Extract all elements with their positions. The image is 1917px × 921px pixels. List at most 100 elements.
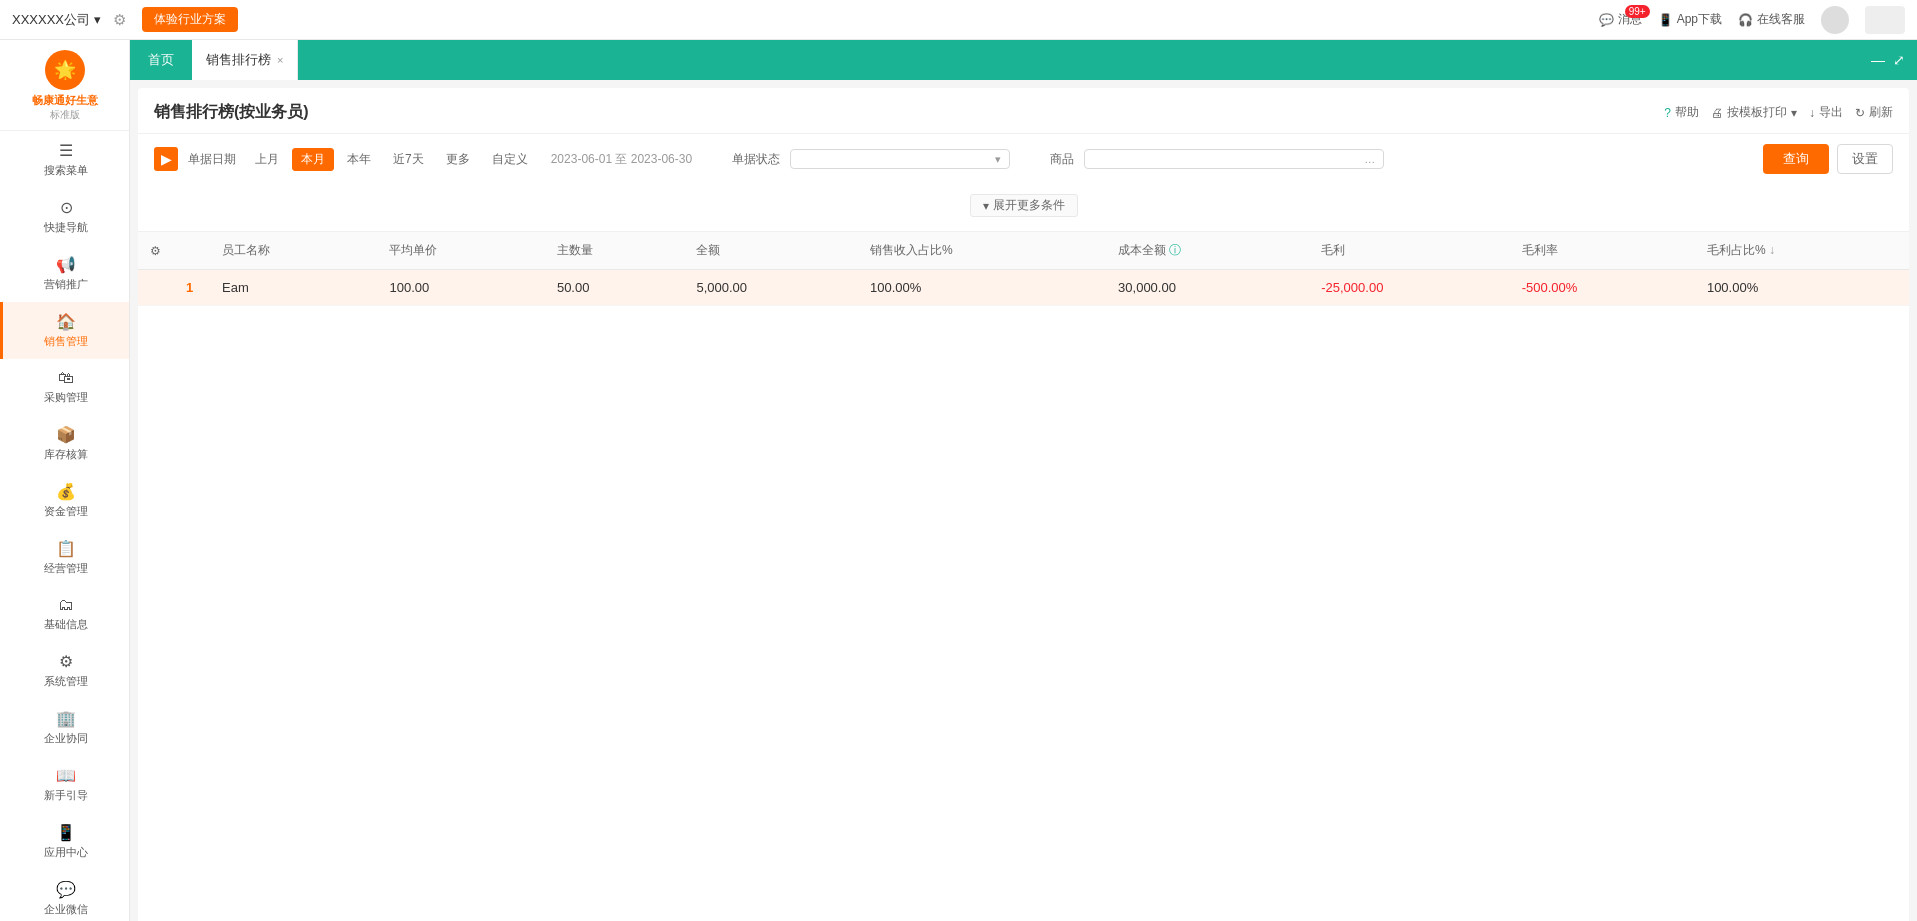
cell-profit: -25,000.00: [1309, 270, 1509, 306]
col-avg-price: 平均单价: [377, 232, 544, 270]
tab-maximize-icon[interactable]: ⤢: [1893, 52, 1905, 68]
filter-area: ▶ 单据日期 上月 本月 本年 近7天 更多 自定义 2023-06-01 至 …: [138, 134, 1909, 232]
tab-label: 销售排行榜: [206, 51, 271, 69]
goods-label: 商品: [1050, 151, 1074, 168]
date-btn-this-month[interactable]: 本月: [292, 148, 334, 171]
top-bar-right: 💬 消息 99+ 📱 App下载 🎧 在线客服: [1599, 6, 1905, 34]
goods-input[interactable]: [1093, 152, 1364, 166]
export-label: 导出: [1819, 104, 1843, 121]
sidebar-item-search[interactable]: ☰ 搜索菜单: [0, 131, 129, 188]
sales-icon: 🏠: [56, 312, 76, 331]
sidebar-item-quick-nav[interactable]: ⊙ 快捷导航: [0, 188, 129, 245]
top-bar: XXXXXX公司 ▾ ⚙ 体验行业方案 💬 消息 99+ 📱 App下载 🎧 在…: [0, 0, 1917, 40]
basic-info-icon: 🗂: [58, 596, 74, 614]
tab-close-icon[interactable]: ×: [277, 54, 283, 66]
filter-row-1: ▶ 单据日期 上月 本月 本年 近7天 更多 自定义 2023-06-01 至 …: [154, 144, 1893, 174]
sidebar-nav: ☰ 搜索菜单 ⊙ 快捷导航 📢 营销推广 🏠 销售管理 🛍 采购管理 📦 库: [0, 131, 129, 921]
sidebar-item-sales[interactable]: 🏠 销售管理: [0, 302, 129, 359]
cell-quantity: 50.00: [545, 270, 685, 306]
col-gear[interactable]: ⚙: [138, 232, 174, 270]
sidebar-item-label: 库存核算: [44, 447, 88, 462]
date-label: 单据日期: [188, 151, 236, 168]
sidebar-item-label: 应用中心: [44, 845, 88, 860]
sidebar-item-finance[interactable]: 💰 资金管理: [0, 472, 129, 529]
date-btn-custom[interactable]: 自定义: [483, 148, 537, 171]
sidebar-item-label: 快捷导航: [44, 220, 88, 235]
message-button[interactable]: 💬 消息 99+: [1599, 11, 1642, 28]
message-badge: 99+: [1625, 5, 1650, 18]
cell-amount: 5,000.00: [684, 270, 858, 306]
cell-name: Eam: [210, 270, 377, 306]
col-quantity: 主数量: [545, 232, 685, 270]
col-rank: [174, 232, 210, 270]
cell-profit-ratio: 100.00%: [1695, 270, 1909, 306]
sidebar-item-enterprise[interactable]: 🏢 企业协同: [0, 699, 129, 756]
refresh-label: 刷新: [1869, 104, 1893, 121]
cell-profit-rate: -500.00%: [1510, 270, 1695, 306]
user-info[interactable]: [1865, 6, 1905, 34]
logo-sub: 标准版: [50, 108, 80, 122]
cell-cost: 30,000.00: [1106, 270, 1309, 306]
expand-arrow-icon: ▾: [983, 199, 989, 213]
sidebar-item-label: 采购管理: [44, 390, 88, 405]
filter-toggle[interactable]: ▶: [154, 147, 178, 171]
sidebar-item-app-center[interactable]: 📱 应用中心: [0, 813, 129, 870]
sidebar-item-label: 销售管理: [44, 334, 88, 349]
sidebar-item-wechat[interactable]: 💬 企业微信: [0, 870, 129, 921]
sidebar-item-marketing[interactable]: 📢 营销推广: [0, 245, 129, 302]
sidebar-item-label: 经营管理: [44, 561, 88, 576]
online-service-button[interactable]: 🎧 在线客服: [1738, 11, 1805, 28]
col-amount: 全额: [684, 232, 858, 270]
company-arrow: ▾: [94, 12, 101, 27]
status-input[interactable]: [799, 152, 995, 166]
gear-icon: ⚙: [150, 244, 161, 258]
status-selector[interactable]: ▾: [790, 149, 1010, 169]
help-button[interactable]: ? 帮助: [1664, 104, 1699, 121]
col-name: 员工名称: [210, 232, 377, 270]
sidebar-item-label: 企业协同: [44, 731, 88, 746]
page-header: 销售排行榜(按业务员) ? 帮助 🖨 按模板打印 ▾ ↓ 导出: [138, 88, 1909, 134]
print-button[interactable]: 🖨 按模板打印 ▾: [1711, 104, 1797, 121]
page-content: 销售排行榜(按业务员) ? 帮助 🖨 按模板打印 ▾ ↓ 导出: [138, 88, 1909, 921]
sidebar-item-label: 企业微信: [44, 902, 88, 917]
sidebar-item-guide[interactable]: 📖 新手引导: [0, 756, 129, 813]
enterprise-icon: 🏢: [56, 709, 76, 728]
query-button[interactable]: 查询: [1763, 144, 1829, 174]
date-btn-last-month[interactable]: 上月: [246, 148, 288, 171]
sidebar-item-basic-info[interactable]: 🗂 基础信息: [0, 586, 129, 642]
avatar[interactable]: [1821, 6, 1849, 34]
tab-bar-right: — ⤢: [1871, 52, 1917, 68]
help-icon: ?: [1664, 106, 1671, 120]
sidebar-item-purchase[interactable]: 🛍 采购管理: [0, 359, 129, 415]
cell-rank: 1: [174, 270, 210, 306]
goods-dots: …: [1364, 153, 1375, 165]
quick-nav-icon: ⊙: [60, 198, 73, 217]
refresh-button[interactable]: ↻ 刷新: [1855, 104, 1893, 121]
sidebar-item-operations[interactable]: 📋 经营管理: [0, 529, 129, 586]
status-arrow-icon: ▾: [995, 153, 1001, 166]
phone-icon: 📱: [1658, 13, 1673, 27]
tab-sales-ranking[interactable]: 销售排行榜 ×: [192, 40, 298, 80]
settings-icon[interactable]: ⚙: [113, 11, 126, 29]
setting-button[interactable]: 设置: [1837, 144, 1893, 174]
status-label: 单据状态: [732, 151, 780, 168]
headset-icon: 🎧: [1738, 13, 1753, 27]
sidebar-item-inventory[interactable]: 📦 库存核算: [0, 415, 129, 472]
sidebar-item-system[interactable]: ⚙ 系统管理: [0, 642, 129, 699]
company-selector[interactable]: XXXXXX公司 ▾: [12, 11, 101, 29]
export-button[interactable]: ↓ 导出: [1809, 104, 1843, 121]
date-btn-7days[interactable]: 近7天: [384, 148, 433, 171]
tab-home[interactable]: 首页: [130, 40, 192, 80]
date-btn-this-year[interactable]: 本年: [338, 148, 380, 171]
goods-selector[interactable]: …: [1084, 149, 1384, 169]
trial-button[interactable]: 体验行业方案: [142, 7, 238, 32]
app-download-button[interactable]: 📱 App下载: [1658, 11, 1722, 28]
refresh-icon: ↻: [1855, 106, 1865, 120]
sidebar-item-label: 系统管理: [44, 674, 88, 689]
expand-button[interactable]: ▾ 展开更多条件: [970, 194, 1078, 217]
tab-minimize-icon[interactable]: —: [1871, 52, 1885, 68]
guide-icon: 📖: [56, 766, 76, 785]
date-btn-more[interactable]: 更多: [437, 148, 479, 171]
chat-icon: 💬: [1599, 13, 1614, 27]
marketing-icon: 📢: [56, 255, 76, 274]
